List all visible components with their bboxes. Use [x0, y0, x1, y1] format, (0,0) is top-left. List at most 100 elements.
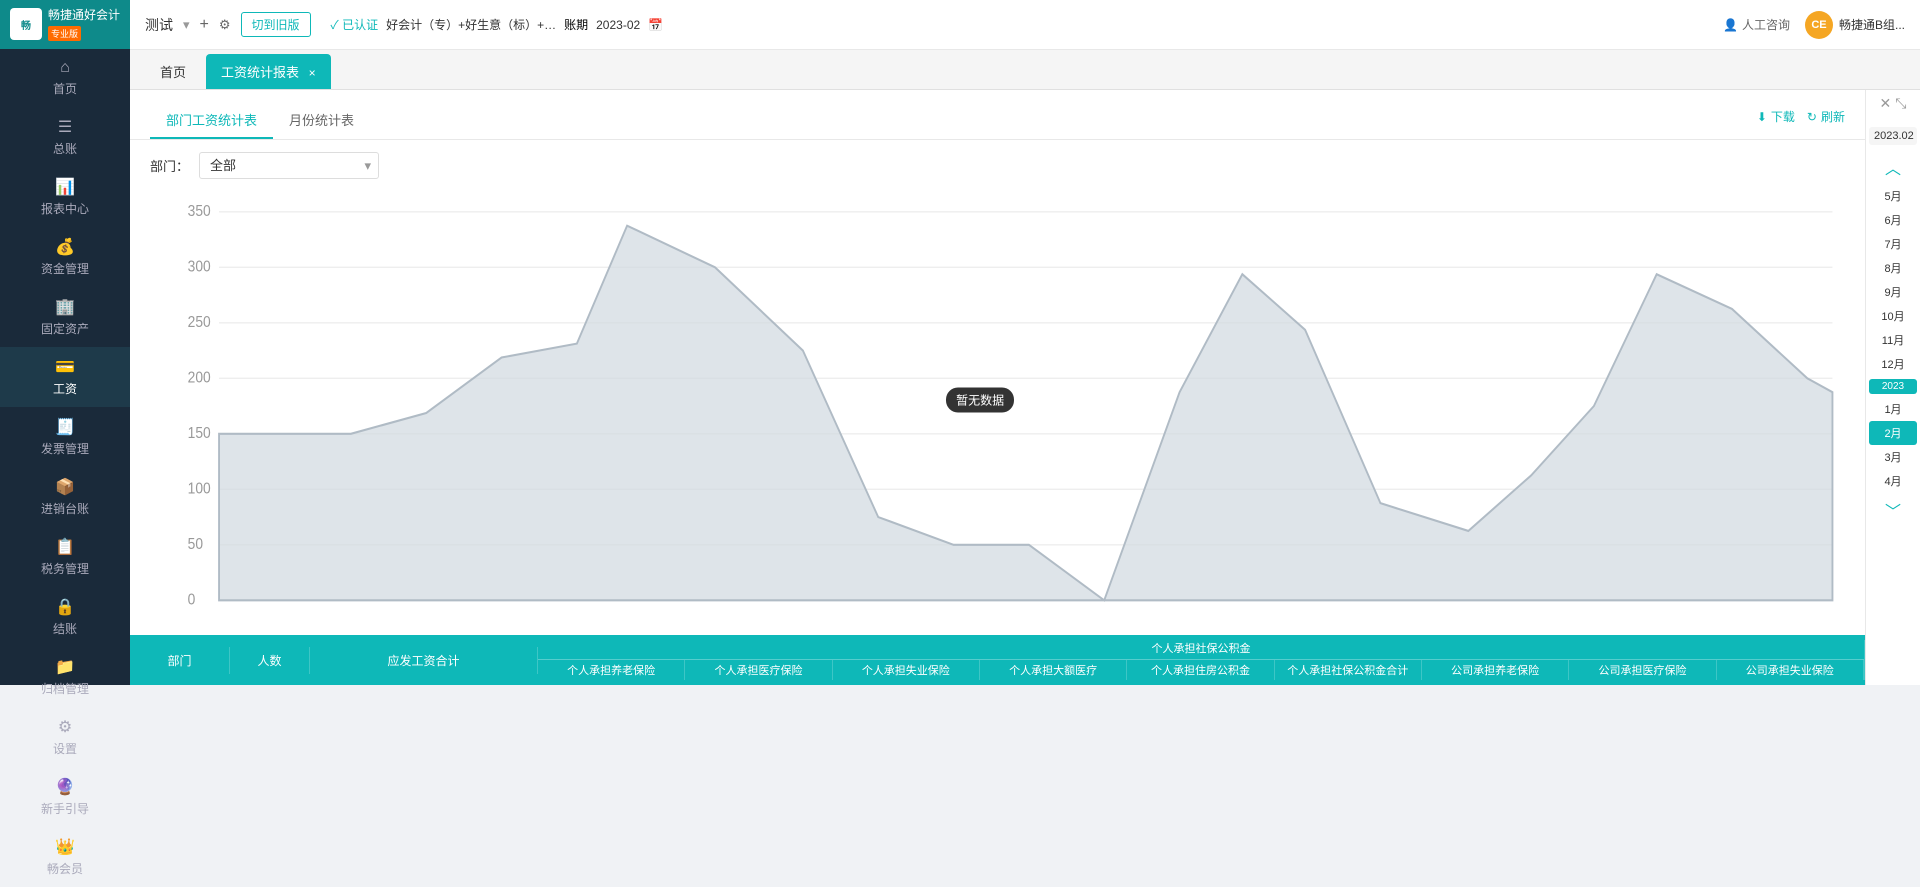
status-certified: ✓ 已认证 [331, 16, 379, 33]
panel-month-10[interactable]: 10月 [1869, 304, 1917, 328]
sidebar-label-archive: 归档管理 [41, 680, 89, 697]
panel-month-6[interactable]: 6月 [1869, 208, 1917, 232]
topbar-right: 👤 人工咨询 CE 畅捷通B组... [1723, 11, 1905, 39]
panel-month-2-active[interactable]: 2月 [1869, 421, 1917, 445]
sub-tab-dept[interactable]: 部门工资统计表 [150, 102, 273, 139]
right-panel: ✕ ⤡ 2023.02 ︿ 5月 6月 7月 8月 9月 10月 [1865, 90, 1920, 685]
logo-icon: 畅 [10, 8, 42, 40]
svg-text:0: 0 [188, 592, 196, 609]
panel-month-8[interactable]: 8月 [1869, 256, 1917, 280]
col-dept-label: 部门 [167, 654, 191, 668]
panel-month-7[interactable]: 7月 [1869, 232, 1917, 256]
panel-scroll-up[interactable]: ︿ [1885, 155, 1901, 179]
panel-expand-button[interactable]: ⤡ [1895, 95, 1906, 112]
avatar: CE [1805, 11, 1833, 39]
close-icon: 🔒 [55, 597, 75, 617]
period-value: 2023-02 [596, 18, 640, 32]
main-area: 测试 ▾ + ⚙ 切到旧版 ✓ 已认证 好会计（专）+好生意（标）+… 账期 2… [130, 0, 1920, 685]
panel-close-button[interactable]: ✕ [1880, 95, 1892, 117]
topbar-settings-button[interactable]: ⚙ [219, 17, 231, 33]
help-button[interactable]: 👤 人工咨询 [1723, 16, 1790, 33]
col-count: 人数 [230, 647, 310, 674]
panel-month-12[interactable]: 12月 [1869, 352, 1917, 376]
filter-row: 部门： 全部 财务部 销售部 技术部 行政部 [130, 140, 1865, 191]
sidebar-item-salary[interactable]: 💳 工资 [0, 347, 130, 407]
sidebar-item-invoice[interactable]: 🧾 发票管理 [0, 407, 130, 467]
download-button[interactable]: ⬇ 下载 [1757, 108, 1795, 125]
sidebar-label-finance: 资金管理 [41, 260, 89, 277]
topbar-title: 测试 [145, 15, 173, 35]
user-name[interactable]: 畅捷通B组... [1839, 16, 1905, 33]
panel-month-1[interactable]: 1月 [1869, 397, 1917, 421]
tab-salary-report[interactable]: 工资统计报表 × [206, 54, 331, 89]
sidebar-label-salary: 工资 [53, 380, 77, 397]
col-major-medical: 个人承担大额医疗 [980, 660, 1127, 680]
panel-month-3[interactable]: 3月 [1869, 445, 1917, 469]
tab-home[interactable]: 首页 [145, 54, 201, 89]
sidebar-label-assets: 固定资产 [41, 320, 89, 337]
sub-tab-monthly[interactable]: 月份统计表 [273, 102, 370, 139]
group-header-personal: 个人承担社保公积金 [538, 640, 1864, 660]
filter-select-wrap: 全部 财务部 销售部 技术部 行政部 [199, 152, 379, 179]
col-unemployment: 个人承担失业保险 [833, 660, 980, 680]
col-total-salary-label: 应发工资合计 [387, 654, 459, 668]
svg-text:50: 50 [188, 536, 203, 553]
salary-chart: 350 300 250 200 150 100 50 0 [150, 191, 1845, 635]
topbar-add-button[interactable]: + [200, 16, 209, 34]
col-group-personal: 个人承担社保公积金 个人承担养老保险 个人承担医疗保险 个人承担失业保险 [538, 640, 1865, 680]
tab-close-button[interactable]: × [309, 66, 316, 80]
sidebar-item-guide[interactable]: 🔮 新手引导 [0, 767, 130, 827]
status-good: 好会计（专）+好生意（标）+… [386, 16, 556, 33]
panel-scroll-down[interactable]: ﹀ [1885, 498, 1901, 522]
download-label: 下载 [1771, 108, 1795, 125]
col-company-unemployment: 公司承担失业保险 [1717, 660, 1864, 680]
topbar-status: ✓ 已认证 好会计（专）+好生意（标）+… 账期 2023-02 📅 [331, 16, 664, 33]
download-icon: ⬇ [1757, 110, 1767, 124]
sidebar-item-assets[interactable]: 🏢 固定资产 [0, 287, 130, 347]
reports-icon: 📊 [55, 177, 75, 197]
panel-month-4[interactable]: 4月 [1869, 469, 1917, 493]
sidebar-item-close[interactable]: 🔒 结账 [0, 587, 130, 647]
sub-tab-actions: ⬇ 下载 ↻ 刷新 [1757, 108, 1845, 133]
sidebar-label-home: 首页 [53, 80, 77, 97]
svg-text:250: 250 [188, 314, 211, 331]
calendar-icon[interactable]: 📅 [648, 18, 663, 32]
department-select[interactable]: 全部 财务部 销售部 技术部 行政部 [199, 152, 379, 179]
switch-version-button[interactable]: 切到旧版 [241, 12, 311, 37]
panel-date: 2023.02 [1869, 127, 1917, 145]
col-dept: 部门 [130, 647, 230, 674]
refresh-icon: ↻ [1807, 110, 1817, 124]
sidebar-item-settings[interactable]: ⚙ 设置 [0, 707, 130, 767]
panel-month-5[interactable]: 5月 [1869, 184, 1917, 208]
col-company-pension: 公司承担养老保险 [1422, 660, 1569, 680]
sidebar-item-archive[interactable]: 📁 归档管理 [0, 647, 130, 707]
refresh-label: 刷新 [1821, 108, 1845, 125]
sidebar-item-home[interactable]: ⌂ 首页 [0, 49, 130, 107]
panel-year-badge: 2023 [1869, 379, 1917, 394]
svg-text:300: 300 [188, 259, 211, 276]
avatar-initials: CE [1811, 19, 1826, 31]
finance-icon: 💰 [55, 237, 75, 257]
refresh-button[interactable]: ↻ 刷新 [1807, 108, 1845, 125]
panel-month-11[interactable]: 11月 [1869, 328, 1917, 352]
tab-salary-label: 工资统计报表 [221, 65, 299, 80]
topbar-dropdown-arrow[interactable]: ▾ [183, 17, 190, 33]
sidebar-item-member[interactable]: 👑 畅会员 [0, 827, 130, 887]
panel-month-9[interactable]: 9月 [1869, 280, 1917, 304]
salary-icon: 💳 [55, 357, 75, 377]
svg-text:350: 350 [188, 203, 211, 220]
sidebar-item-tax[interactable]: 📋 税务管理 [0, 527, 130, 587]
svg-text:100: 100 [188, 481, 211, 498]
sidebar-item-reports[interactable]: 📊 报表中心 [0, 167, 130, 227]
col-housing-fund: 个人承担住房公积金 [1127, 660, 1274, 680]
sidebar-item-purchase[interactable]: 📦 进销台账 [0, 467, 130, 527]
period-label: 账期 [564, 16, 588, 33]
col-pension: 个人承担养老保险 [538, 660, 685, 680]
filter-label: 部门： [150, 156, 189, 175]
sidebar-item-finance[interactable]: 💰 资金管理 [0, 227, 130, 287]
user-area: CE 畅捷通B组... [1805, 11, 1905, 39]
sidebar-label-guide: 新手引导 [41, 800, 89, 817]
sidebar-item-ledger[interactable]: ☰ 总账 [0, 107, 130, 167]
sidebar-label-member: 畅会员 [47, 860, 83, 877]
sidebar-label-close: 结账 [53, 620, 77, 637]
